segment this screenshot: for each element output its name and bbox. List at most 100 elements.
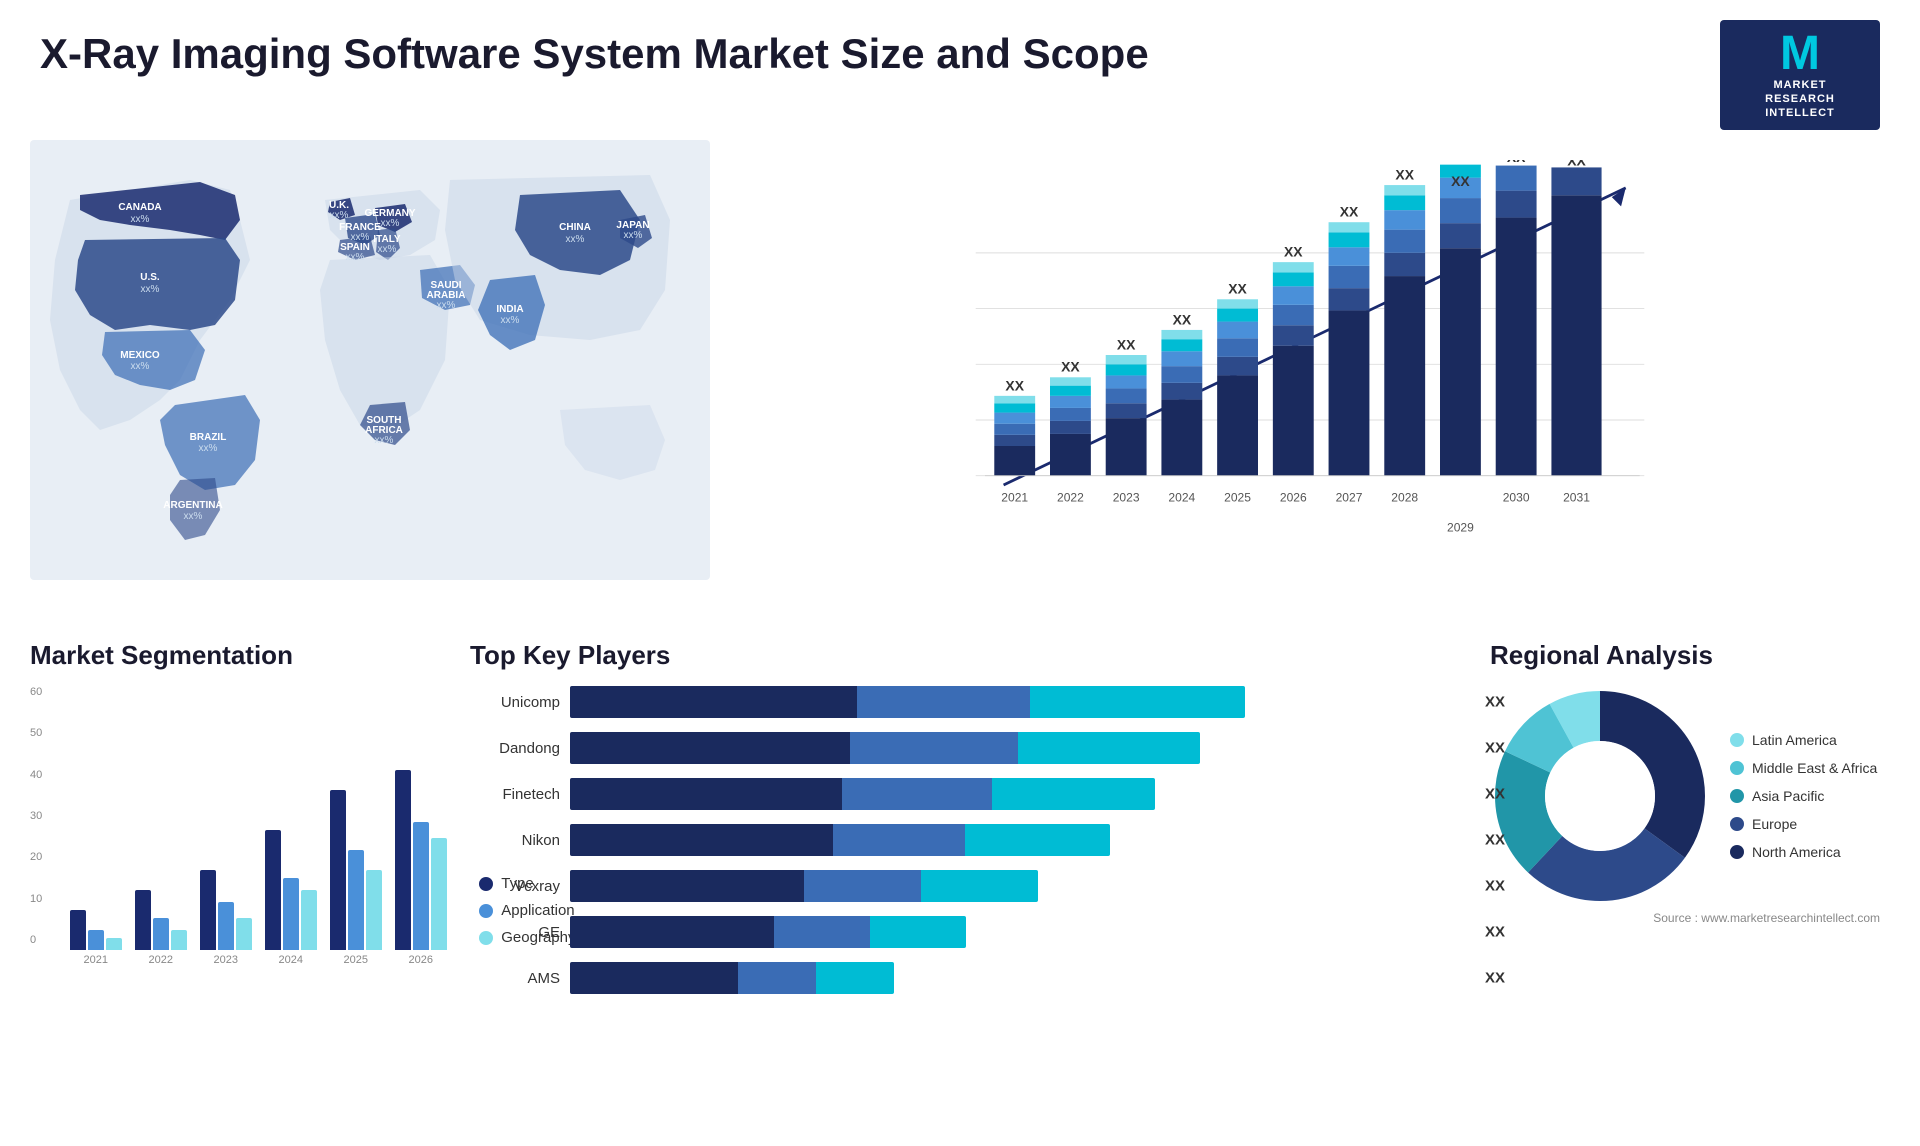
donut-chart-area: Latin America Middle East & Africa Asia … — [1490, 686, 1890, 906]
svg-text:xx%: xx% — [378, 244, 397, 255]
seg-year-2023: 2023 — [197, 710, 254, 966]
svg-text:2026: 2026 — [1280, 491, 1307, 505]
players-title: Top Key Players — [470, 640, 1470, 671]
seg-year-2021: 2021 — [67, 710, 124, 966]
page-title: X-Ray Imaging Software System Market Siz… — [40, 20, 1149, 78]
legend-na-dot — [1730, 845, 1744, 859]
svg-text:CHINA: CHINA — [559, 222, 591, 233]
player-name: Unicomp — [470, 694, 560, 711]
player-bar: XX — [570, 916, 1470, 948]
svg-text:xx%: xx% — [624, 230, 643, 241]
world-map: CANADA xx% U.S. xx% MEXICO xx% BRAZIL xx… — [30, 140, 710, 600]
svg-text:XX: XX — [1228, 281, 1247, 297]
svg-text:MEXICO: MEXICO — [120, 350, 160, 361]
bottom-section: Market Segmentation 60 50 40 30 20 10 0 — [30, 640, 1890, 1120]
legend-mea: Middle East & Africa — [1730, 760, 1877, 776]
main-content: CANADA xx% U.S. xx% MEXICO xx% BRAZIL xx… — [0, 140, 1920, 1120]
players-list: Unicomp XX Dandong — [470, 686, 1470, 994]
player-bar: XX — [570, 824, 1470, 856]
svg-text:xx%: xx% — [375, 435, 394, 446]
svg-text:xx%: xx% — [501, 315, 520, 326]
svg-text:xx%: xx% — [566, 234, 585, 245]
player-name: AMS — [470, 970, 560, 987]
svg-text:XX: XX — [1284, 244, 1303, 260]
svg-text:xx%: xx% — [346, 252, 365, 263]
seg-chart: 60 50 40 30 20 10 0 — [30, 686, 450, 966]
svg-text:2024: 2024 — [1168, 491, 1195, 505]
player-dandong: Dandong XX — [470, 732, 1470, 764]
seg-year-2024: 2024 — [262, 710, 319, 966]
legend-mea-dot — [1730, 761, 1744, 775]
player-ge: GE XX — [470, 916, 1470, 948]
svg-text:2025: 2025 — [1224, 491, 1251, 505]
svg-text:U.S.: U.S. — [140, 272, 160, 283]
svg-text:xx%: xx% — [184, 511, 203, 522]
svg-text:BRAZIL: BRAZIL — [190, 432, 227, 443]
legend-north-america: North America — [1730, 844, 1877, 860]
svg-text:2021: 2021 — [1001, 491, 1028, 505]
segmentation-title: Market Segmentation — [30, 640, 450, 671]
svg-text:XX: XX — [1567, 160, 1586, 169]
player-name: Nikon — [470, 832, 560, 849]
legend-latin-america: Latin America — [1730, 732, 1877, 748]
regional-legend: Latin America Middle East & Africa Asia … — [1730, 732, 1877, 860]
svg-text:XX: XX — [1451, 173, 1470, 189]
player-bar: XX — [570, 870, 1470, 902]
player-nikon: Nikon XX — [470, 824, 1470, 856]
legend-asia-pacific: Asia Pacific — [1730, 788, 1877, 804]
svg-text:xx%: xx% — [330, 210, 349, 221]
legend-europe-dot — [1730, 817, 1744, 831]
svg-text:INDIA: INDIA — [496, 304, 523, 315]
player-bar: XX — [570, 778, 1470, 810]
source-text: Source : www.marketresearchintellect.com — [1490, 911, 1890, 925]
svg-text:ARGENTINA: ARGENTINA — [163, 500, 222, 511]
svg-text:2029: 2029 — [1447, 520, 1474, 534]
svg-text:xx%: xx% — [131, 361, 150, 372]
player-vcxray: Vcxray XX — [470, 870, 1470, 902]
svg-text:xx%: xx% — [141, 284, 160, 295]
regional-title: Regional Analysis — [1490, 640, 1890, 671]
regional-analysis: Regional Analysis — [1490, 640, 1890, 1120]
svg-text:2022: 2022 — [1057, 491, 1084, 505]
key-players: Top Key Players Unicomp XX Dandong — [470, 640, 1470, 1120]
player-bar: XX — [570, 962, 1470, 994]
svg-text:2031: 2031 — [1563, 491, 1590, 505]
svg-text:XX: XX — [1117, 336, 1136, 352]
player-name: Dandong — [470, 740, 560, 757]
svg-text:2030: 2030 — [1503, 491, 1530, 505]
seg-bar-type-2021 — [70, 910, 86, 950]
legend-europe: Europe — [1730, 816, 1877, 832]
svg-text:XX: XX — [1395, 167, 1414, 183]
bar-chart-svg: XX 2021 XX 2022 XX 2023 — [750, 160, 1870, 550]
legend-apac-dot — [1730, 789, 1744, 803]
logo: M MARKET RESEARCH INTELLECT — [1720, 20, 1880, 130]
svg-text:XX: XX — [1005, 377, 1024, 393]
donut-svg — [1490, 686, 1710, 906]
svg-text:XX: XX — [1173, 311, 1192, 327]
seg-bar-app-2021 — [88, 930, 104, 950]
svg-text:xx%: xx% — [381, 218, 400, 229]
player-ams: AMS XX — [470, 962, 1470, 994]
seg-year-2026: 2026 — [392, 710, 449, 966]
svg-text:CANADA: CANADA — [118, 202, 161, 213]
legend-latin-dot — [1730, 733, 1744, 747]
seg-year-2022: 2022 — [132, 710, 189, 966]
logo-letter: M — [1780, 30, 1820, 78]
logo-text: MARKET RESEARCH INTELLECT — [1765, 78, 1835, 121]
svg-text:xx%: xx% — [437, 300, 456, 311]
segmentation: Market Segmentation 60 50 40 30 20 10 0 — [30, 640, 450, 1120]
player-name: Finetech — [470, 786, 560, 803]
svg-text:2023: 2023 — [1113, 491, 1140, 505]
player-unicomp: Unicomp XX — [470, 686, 1470, 718]
player-name: Vcxray — [470, 878, 560, 895]
svg-text:2027: 2027 — [1336, 491, 1363, 505]
seg-bar-groups: 2021 2022 — [67, 706, 449, 966]
seg-bar-geo-2021 — [106, 938, 122, 950]
seg-y-axis: 60 50 40 30 20 10 0 — [30, 686, 42, 966]
bar-chart: XX 2021 XX 2022 XX 2023 — [730, 140, 1890, 600]
svg-text:XX: XX — [1507, 160, 1526, 165]
seg-bars-area: 2021 2022 — [67, 706, 449, 966]
seg-year-2025: 2025 — [327, 710, 384, 966]
player-name: GE — [470, 924, 560, 941]
header: X-Ray Imaging Software System Market Siz… — [0, 0, 1920, 140]
